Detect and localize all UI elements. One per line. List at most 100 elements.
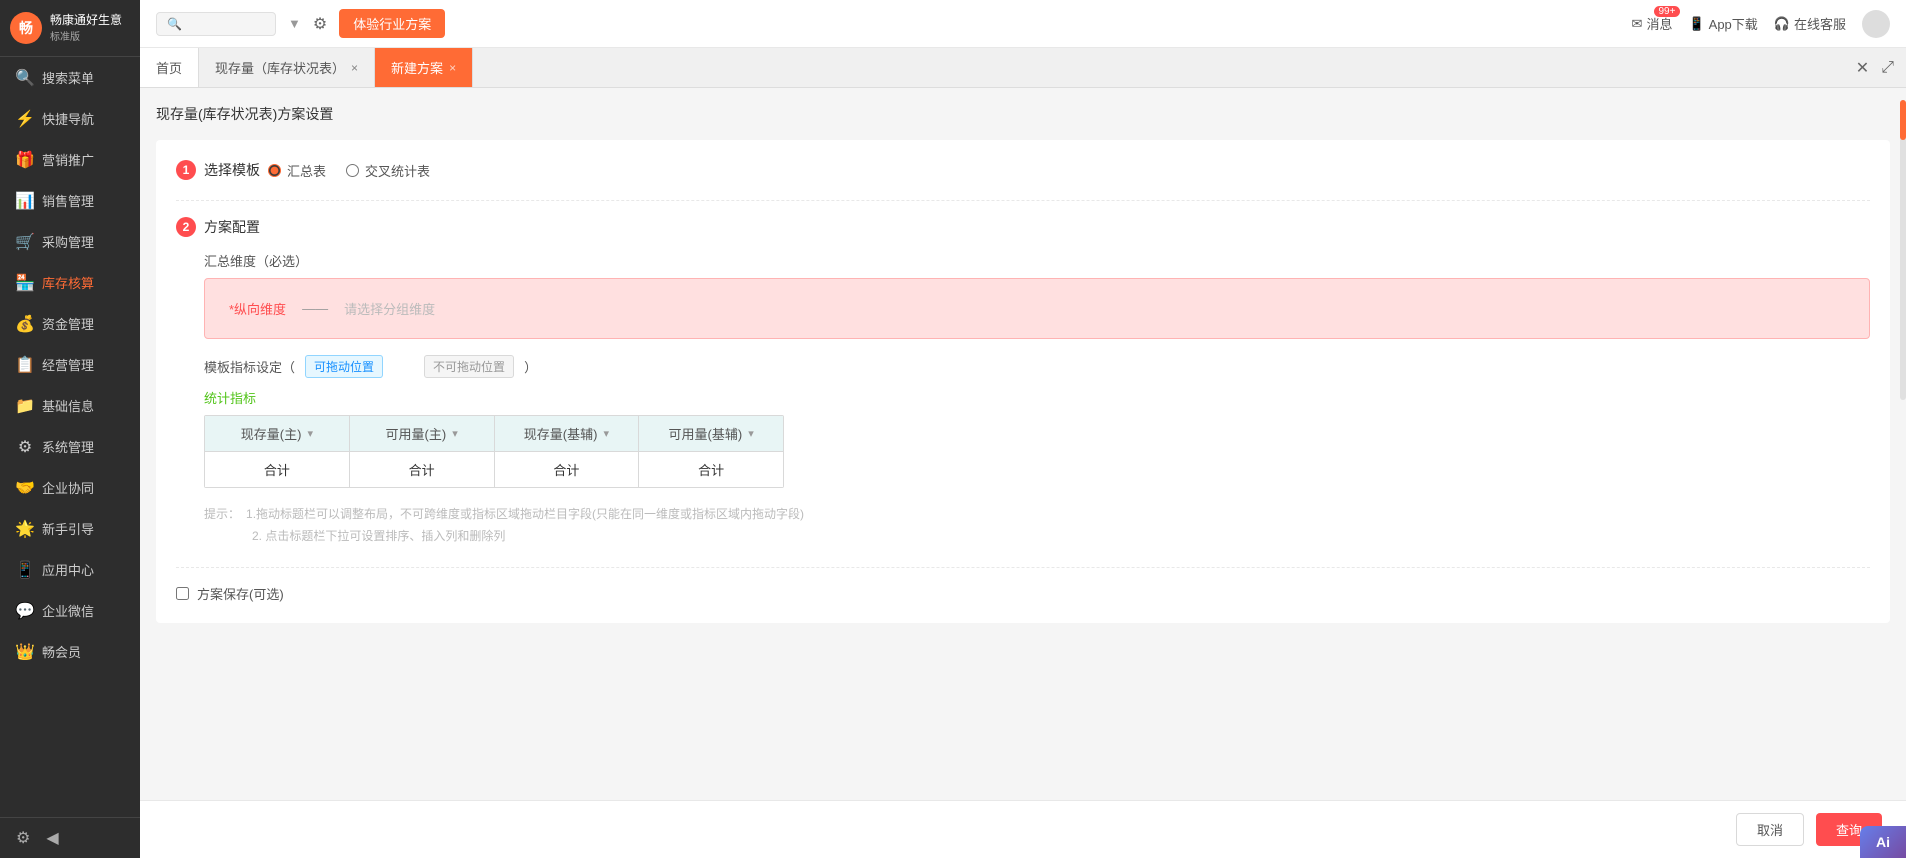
sidebar-icon-marketing: 🎁	[16, 151, 34, 169]
sidebar-icon-search: 🔍	[16, 69, 34, 87]
settings-icon[interactable]: ⚙	[16, 828, 30, 848]
sidebar-icon-wechat: 💬	[16, 602, 34, 620]
dimension-sep: ——	[302, 301, 328, 316]
radio-cross[interactable]: 交叉统计表	[346, 161, 430, 180]
sidebar-label-enterprise: 企业协同	[42, 478, 94, 497]
vertical-dimension-row: *纵向维度 —— 请选择分组维度	[229, 299, 1845, 318]
sidebar-icon-nav: ⚡	[16, 110, 34, 128]
customer-service-link[interactable]: 🎧 在线客服	[1774, 14, 1846, 33]
chevron-2[interactable]: ▾	[603, 427, 609, 440]
sidebar-icon-finance: 💰	[16, 315, 34, 333]
tab-bar: 首页 现存量（库存状况表） × 新建方案 × ✕ ⤢	[140, 48, 1906, 88]
tab-actions: ✕ ⤢	[1852, 54, 1906, 82]
tab-home[interactable]: 首页	[140, 48, 199, 87]
settings-panel: 1 选择模板 汇总表 交叉统计表	[156, 140, 1890, 623]
sidebar-item-search[interactable]: 🔍 搜索菜单	[0, 57, 140, 98]
radio-cross-input[interactable]	[346, 164, 359, 177]
tips-2: 2. 点击标题栏下拉可设置排序、插入列和删除列	[252, 526, 1870, 548]
scrollbar-thumb[interactable]	[1900, 100, 1906, 140]
dimension-placeholder: 请选择分组维度	[344, 299, 435, 318]
message-badge: 99+	[1654, 6, 1681, 17]
tab-expand-button[interactable]: ⤢	[1877, 54, 1898, 82]
stats-header-3: 可用量(基辅) ▾	[639, 416, 783, 451]
tab-close-button[interactable]: ✕	[1852, 54, 1873, 82]
sidebar-item-system[interactable]: ⚙ 系统管理	[0, 426, 140, 467]
save-checkbox[interactable]	[176, 587, 189, 600]
topbar-dropdown-icon[interactable]: ▼	[288, 16, 301, 31]
sidebar-item-wechat[interactable]: 💬 企业微信	[0, 590, 140, 631]
draggable-badge: 可拖动位置	[305, 355, 383, 378]
ai-badge[interactable]: Ai	[1860, 826, 1906, 858]
message-button[interactable]: ✉ 消息 99+	[1632, 14, 1673, 33]
sidebar-item-purchase[interactable]: 🛒 采购管理	[0, 221, 140, 262]
industry-plan-button[interactable]: 体验行业方案	[339, 9, 445, 38]
sidebar-item-guide[interactable]: 🌟 新手引导	[0, 508, 140, 549]
tab-new-plan[interactable]: 新建方案 ×	[375, 48, 473, 87]
sidebar-item-apps[interactable]: 📱 应用中心	[0, 549, 140, 590]
sidebar: 畅 畅康通好生意 标准版 🔍 搜索菜单 ⚡ 快捷导航 🎁 营销推广 📊 销售管理…	[0, 0, 140, 858]
user-avatar[interactable]	[1862, 10, 1890, 38]
app-name: 畅康通好生意	[50, 13, 122, 29]
chevron-0[interactable]: ▾	[307, 427, 313, 440]
app-download-link[interactable]: 📱 App下载	[1688, 14, 1757, 33]
main-content: 现存量(库存状况表)方案设置 1 选择模板 汇总表 交叉统计表	[140, 88, 1906, 800]
sidebar-label-info: 基础信息	[42, 396, 94, 415]
step2-body: 汇总维度（必选） *纵向维度 —— 请选择分组维度 模板指标设定（ 可拖动位置	[204, 251, 1870, 547]
stats-body-0: 合计	[205, 452, 350, 487]
dimension-required-label: 汇总维度（必选）	[204, 251, 1870, 270]
sidebar-label-member: 畅会员	[42, 642, 81, 661]
tab-inventory[interactable]: 现存量（库存状况表） ×	[199, 48, 375, 87]
phone-icon: 📱	[1688, 16, 1704, 32]
step1-header: 1 选择模板 汇总表 交叉统计表	[176, 160, 1870, 180]
sidebar-icon-member: 👑	[16, 643, 34, 661]
sidebar-item-inventory[interactable]: 🏪 库存核算	[0, 262, 140, 303]
chevron-3[interactable]: ▾	[748, 427, 754, 440]
stats-body-1: 合计	[350, 452, 495, 487]
topbar-settings-icon[interactable]: ⚙	[313, 14, 327, 34]
sidebar-item-member[interactable]: 👑 畅会员	[0, 631, 140, 672]
sidebar-label-sales: 销售管理	[42, 191, 94, 210]
vertical-dimension-label: *纵向维度	[229, 299, 286, 318]
cancel-button[interactable]: 取消	[1736, 813, 1804, 846]
tab-new-plan-close[interactable]: ×	[449, 61, 456, 75]
sidebar-label-inventory: 库存核算	[42, 273, 94, 292]
sidebar-item-finance[interactable]: 💰 资金管理	[0, 303, 140, 344]
sidebar-icon-management: 📋	[16, 356, 34, 374]
stats-header-1: 可用量(主) ▾	[350, 416, 495, 451]
sidebar-logo: 畅 畅康通好生意 标准版	[0, 0, 140, 57]
sidebar-item-nav[interactable]: ⚡ 快捷导航	[0, 98, 140, 139]
dimension-area[interactable]: *纵向维度 —— 请选择分组维度	[204, 278, 1870, 339]
step2-section: 2 方案配置 汇总维度（必选） *纵向维度 —— 请选择分组维度	[176, 217, 1870, 547]
app-edition: 标准版	[50, 28, 122, 43]
stats-body-3: 合计	[639, 452, 783, 487]
topbar-right: ✉ 消息 99+ 📱 App下载 🎧 在线客服	[1632, 10, 1890, 38]
toggle-icon[interactable]: ◀	[46, 828, 58, 848]
tab-inventory-close[interactable]: ×	[351, 61, 358, 75]
message-icon: ✉	[1632, 16, 1643, 32]
sidebar-icon-sales: 📊	[16, 192, 34, 210]
chevron-1[interactable]: ▾	[452, 427, 458, 440]
sidebar-item-management[interactable]: 📋 经营管理	[0, 344, 140, 385]
sidebar-item-marketing[interactable]: 🎁 营销推广	[0, 139, 140, 180]
radio-summary-input[interactable]	[268, 164, 281, 177]
sidebar-item-enterprise[interactable]: 🤝 企业协同	[0, 467, 140, 508]
tips-area: 提示： 1.拖动标题栏可以调整布局，不可跨维度或指标区域拖动栏目字段(只能在同一…	[204, 504, 1870, 547]
topbar-left: 🔍 ▼ ⚙ 体验行业方案	[156, 9, 445, 38]
stats-table-body: 合计 合计 合计 合计	[205, 451, 783, 487]
step2-title: 方案配置	[204, 217, 260, 237]
save-label[interactable]: 方案保存(可选)	[197, 584, 284, 603]
sidebar-icon-system: ⚙	[16, 438, 34, 456]
radio-summary[interactable]: 汇总表	[268, 161, 326, 180]
sidebar-icon-purchase: 🛒	[16, 233, 34, 251]
step1-section: 1 选择模板 汇总表 交叉统计表	[176, 160, 1870, 180]
divider-1	[176, 200, 1870, 201]
indicator-settings: 模板指标设定（ 可拖动位置 不可拖动位置 ） 统计指标 现存量	[204, 355, 1870, 547]
nodrag-badge: 不可拖动位置	[424, 355, 514, 378]
template-radio-group: 汇总表 交叉统计表	[268, 161, 430, 180]
sidebar-icon-guide: 🌟	[16, 520, 34, 538]
sidebar-item-info[interactable]: 📁 基础信息	[0, 385, 140, 426]
right-scrollbar[interactable]	[1900, 100, 1906, 400]
page-title: 现存量(库存状况表)方案设置	[156, 104, 1890, 124]
sidebar-icon-info: 📁	[16, 397, 34, 415]
sidebar-item-sales[interactable]: 📊 销售管理	[0, 180, 140, 221]
